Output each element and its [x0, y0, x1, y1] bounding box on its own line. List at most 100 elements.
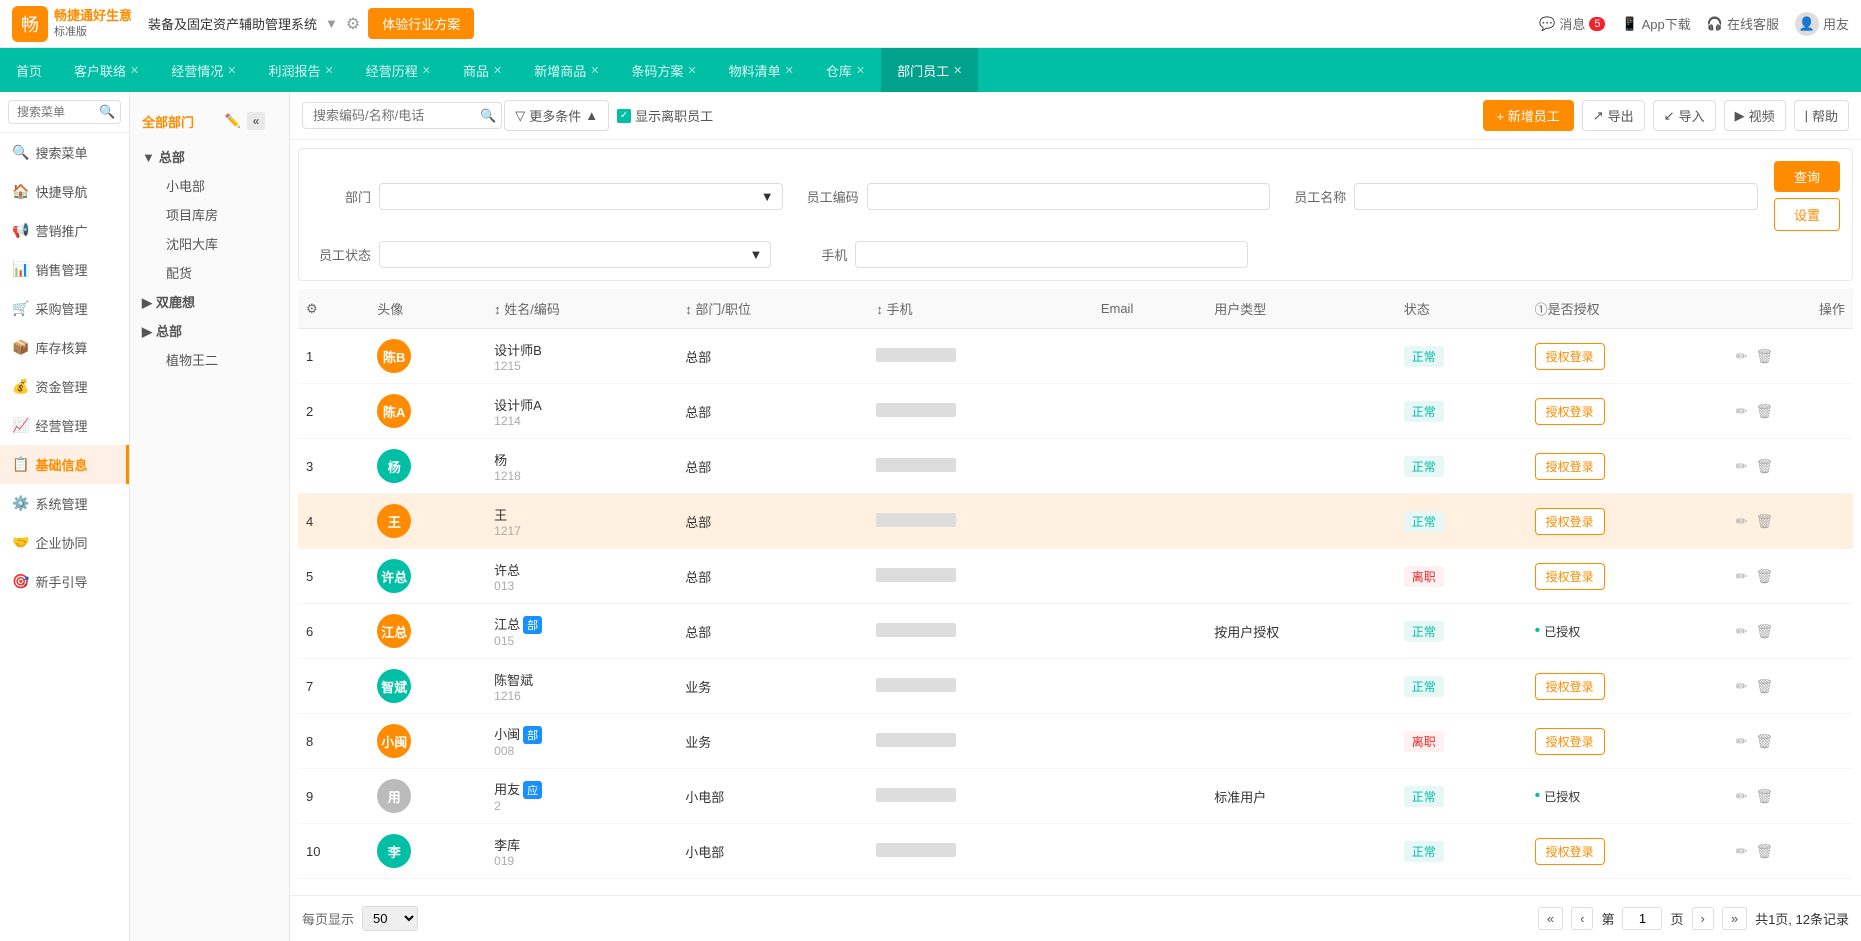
edit-icon[interactable]: ✏: [1736, 733, 1748, 750]
tab-close-icon[interactable]: ✕: [493, 64, 502, 77]
gear-icon[interactable]: ⚙: [306, 301, 318, 316]
auth-button[interactable]: 授权登录: [1535, 508, 1605, 535]
online-service-action[interactable]: 🎧 在线客服: [1707, 14, 1779, 33]
auth-button[interactable]: 授权登录: [1535, 398, 1605, 425]
edit-icon[interactable]: ✏: [1736, 403, 1748, 420]
tab-close-icon[interactable]: ✕: [953, 64, 962, 77]
nav-tab-首页[interactable]: 首页: [0, 48, 58, 92]
next-page-btn[interactable]: ›: [1692, 907, 1714, 930]
nav-tab-经营历程[interactable]: 经营历程✕: [350, 48, 447, 92]
emp-code-input[interactable]: [867, 183, 1271, 210]
phone-input[interactable]: [855, 241, 1247, 268]
show-resigned-toggle[interactable]: ✓ 显示离职员工: [617, 106, 713, 125]
delete-icon[interactable]: 🗑: [1756, 568, 1774, 585]
user-action[interactable]: 👤 用友: [1795, 12, 1849, 36]
nav-tab-客户联络[interactable]: 客户联络✕: [58, 48, 155, 92]
delete-icon[interactable]: 🗑: [1756, 678, 1774, 695]
delete-icon[interactable]: 🗑: [1756, 733, 1774, 750]
sidebar-item-资金管理[interactable]: 💰资金管理: [0, 367, 129, 406]
col-dept[interactable]: ↕ 部门/职位: [677, 289, 868, 329]
tab-close-icon[interactable]: ✕: [590, 64, 599, 77]
edit-icon[interactable]: ✏: [1736, 678, 1748, 695]
dept-group-zongbu2[interactable]: ▶总部: [130, 316, 289, 345]
edit-icon[interactable]: ✏: [1736, 348, 1748, 365]
tab-close-icon[interactable]: ✕: [130, 64, 139, 77]
sidebar-item-快捷导航[interactable]: 🏠快捷导航: [0, 172, 129, 211]
dept-group-shuangluxiang[interactable]: ▶双鹿想: [130, 287, 289, 316]
dept-item-xiaodianbu[interactable]: 小电部: [138, 171, 289, 200]
sidebar-item-系统管理[interactable]: ⚙️系统管理: [0, 484, 129, 523]
nav-tab-部门员工[interactable]: 部门员工✕: [881, 48, 978, 92]
per-page-select[interactable]: 50 20 100: [362, 906, 418, 931]
tab-close-icon[interactable]: ✕: [687, 64, 696, 77]
setting-btn[interactable]: 设置: [1774, 198, 1840, 231]
auth-button[interactable]: 授权登录: [1535, 343, 1605, 370]
delete-icon[interactable]: 🗑: [1756, 788, 1774, 805]
page-number-input[interactable]: [1622, 907, 1662, 930]
delete-icon[interactable]: 🗑: [1756, 348, 1774, 365]
tab-close-icon[interactable]: ✕: [785, 64, 794, 77]
export-btn[interactable]: ↗ 导出: [1582, 100, 1645, 131]
dept-group-zongbu[interactable]: ▼总部: [130, 142, 289, 171]
nav-tab-条码方案[interactable]: 条码方案✕: [615, 48, 712, 92]
edit-dept-icon[interactable]: ✏️: [225, 113, 241, 129]
nav-tab-仓库[interactable]: 仓库✕: [810, 48, 881, 92]
sidebar-item-新手引导[interactable]: 🎯新手引导: [0, 562, 129, 601]
view-btn[interactable]: ▶ 视频: [1724, 100, 1786, 131]
col-gear[interactable]: ⚙: [298, 289, 369, 329]
search-input[interactable]: [302, 102, 502, 129]
emp-name-input[interactable]: [1354, 183, 1758, 210]
search-icon[interactable]: 🔍: [480, 108, 496, 124]
auth-button[interactable]: 授权登录: [1535, 673, 1605, 700]
sidebar-item-销售管理[interactable]: 📊销售管理: [0, 250, 129, 289]
dropdown-arrow-icon[interactable]: ▼: [325, 16, 338, 31]
all-dept-label[interactable]: 全部部门: [142, 112, 194, 131]
edit-icon[interactable]: ✏: [1736, 843, 1748, 860]
sidebar-item-搜索菜单[interactable]: 🔍搜索菜单: [0, 133, 129, 172]
sidebar-search-icon[interactable]: 🔍: [99, 104, 115, 120]
col-name[interactable]: ↕ 姓名/编码: [486, 289, 677, 329]
auth-button[interactable]: 授权登录: [1535, 563, 1605, 590]
sidebar-item-经营管理[interactable]: 📈经营管理: [0, 406, 129, 445]
tab-close-icon[interactable]: ✕: [227, 64, 236, 77]
edit-icon[interactable]: ✏: [1736, 458, 1748, 475]
nav-tab-物料清单[interactable]: 物料清单✕: [713, 48, 810, 92]
delete-icon[interactable]: 🗑: [1756, 843, 1774, 860]
col-phone[interactable]: ↕ 手机: [868, 289, 1092, 329]
help-btn[interactable]: | 帮助: [1794, 100, 1849, 131]
dept-item-zhiwuwanger[interactable]: 植物王二: [138, 345, 289, 374]
auth-button[interactable]: 授权登录: [1535, 728, 1605, 755]
dept-item-shenyangdaku[interactable]: 沈阳大库: [138, 229, 289, 258]
tab-close-icon[interactable]: ✕: [856, 64, 865, 77]
delete-icon[interactable]: 🗑: [1756, 513, 1774, 530]
dept-item-peihuo[interactable]: 配货: [138, 258, 289, 287]
sidebar-item-采购管理[interactable]: 🛒采购管理: [0, 289, 129, 328]
emp-status-select[interactable]: ▼: [379, 241, 771, 268]
prev-page-btn[interactable]: ‹: [1571, 907, 1593, 930]
auth-button[interactable]: 授权登录: [1535, 453, 1605, 480]
tab-close-icon[interactable]: ✕: [422, 64, 431, 77]
collapse-btn[interactable]: «: [247, 112, 265, 130]
nav-tab-经营情况[interactable]: 经营情况✕: [155, 48, 252, 92]
more-conditions-btn[interactable]: ▽ 更多条件 ▲: [504, 100, 609, 131]
nav-tab-利润报告[interactable]: 利润报告✕: [252, 48, 349, 92]
edit-icon[interactable]: ✏: [1736, 623, 1748, 640]
edit-icon[interactable]: ✏: [1736, 568, 1748, 585]
settings-icon[interactable]: ⚙: [346, 14, 360, 34]
message-action[interactable]: 💬 消息 5: [1539, 14, 1605, 33]
nav-tab-商品[interactable]: 商品✕: [447, 48, 518, 92]
delete-icon[interactable]: 🗑: [1756, 403, 1774, 420]
sidebar-item-企业协同[interactable]: 🤝企业协同: [0, 523, 129, 562]
sidebar-item-库存核算[interactable]: 📦库存核算: [0, 328, 129, 367]
edit-icon[interactable]: ✏: [1736, 513, 1748, 530]
delete-icon[interactable]: 🗑: [1756, 458, 1774, 475]
dept-select[interactable]: ▼: [379, 183, 783, 210]
dept-item-xiangmukufang[interactable]: 项目库房: [138, 200, 289, 229]
sidebar-item-营销推广[interactable]: 📢营销推广: [0, 211, 129, 250]
last-page-btn[interactable]: »: [1722, 907, 1747, 930]
first-page-btn[interactable]: «: [1538, 907, 1563, 930]
nav-tab-新增商品[interactable]: 新增商品✕: [518, 48, 615, 92]
show-resigned-checkbox[interactable]: ✓: [617, 109, 631, 123]
trial-button[interactable]: 体验行业方案: [368, 8, 474, 39]
sidebar-item-基础信息[interactable]: 📋基础信息: [0, 445, 129, 484]
